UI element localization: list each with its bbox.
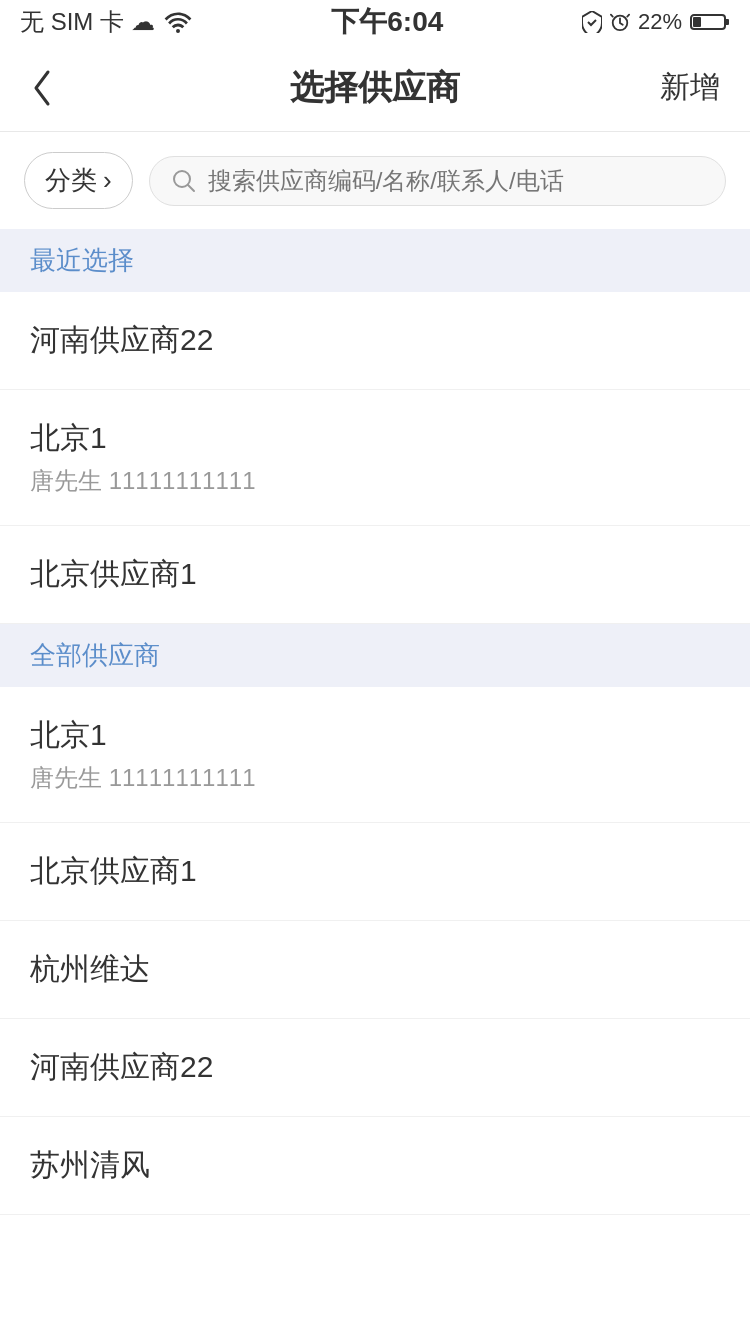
chevron-icon: › — [103, 165, 112, 196]
item-name: 北京1 — [30, 418, 720, 459]
sim-text: 无 SIM 卡 ☁ — [20, 6, 155, 38]
all-section-header: 全部供应商 — [0, 624, 750, 687]
item-name: 河南供应商22 — [30, 1047, 720, 1088]
item-name: 北京供应商1 — [30, 851, 720, 892]
recent-section-header: 最近选择 — [0, 229, 750, 292]
page-title: 选择供应商 — [290, 65, 460, 111]
item-name: 北京1 — [30, 715, 720, 756]
list-item[interactable]: 苏州清风 — [0, 1117, 750, 1215]
list-item[interactable]: 河南供应商22 — [0, 292, 750, 390]
status-left: 无 SIM 卡 ☁ — [20, 6, 193, 38]
battery-text: 22% — [638, 9, 682, 35]
category-label: 分类 — [45, 163, 97, 198]
back-button[interactable] — [30, 68, 90, 108]
svg-rect-3 — [693, 17, 701, 27]
item-sub: 唐先生 11111111111 — [30, 465, 720, 497]
list-item[interactable]: 北京供应商1 — [0, 823, 750, 921]
item-name: 北京供应商1 — [30, 554, 720, 595]
svg-rect-2 — [725, 19, 729, 25]
list-item[interactable]: 北京1 唐先生 11111111111 — [0, 390, 750, 526]
all-list: 北京1 唐先生 11111111111 北京供应商1 杭州维达河南供应商22 苏州清风 — [0, 687, 750, 1215]
recent-list: 河南供应商22 北京1 唐先生 11111111111 北京供应商1 — [0, 292, 750, 624]
item-sub: 唐先生 11111111111 — [30, 762, 720, 794]
item-name: 苏州清风 — [30, 1145, 720, 1186]
item-name: 河南供应商22 — [30, 320, 720, 361]
search-box — [149, 156, 726, 206]
add-button[interactable]: 新增 — [660, 67, 720, 108]
nav-bar: 选择供应商 新增 — [0, 44, 750, 132]
location-icon — [582, 11, 602, 33]
status-time: 下午6:04 — [331, 3, 443, 41]
list-item[interactable]: 北京1 唐先生 11111111111 — [0, 687, 750, 823]
category-button[interactable]: 分类 › — [24, 152, 133, 209]
wifi-icon — [163, 11, 193, 33]
item-name: 杭州维达 — [30, 949, 720, 990]
search-input[interactable] — [208, 167, 705, 195]
search-icon — [170, 167, 198, 195]
alarm-icon — [610, 11, 630, 33]
filter-row: 分类 › — [0, 132, 750, 229]
status-right: 22% — [582, 9, 730, 35]
battery-icon — [690, 11, 730, 33]
list-item[interactable]: 杭州维达 — [0, 921, 750, 1019]
status-bar: 无 SIM 卡 ☁ 下午6:04 22% — [0, 0, 750, 44]
list-item[interactable]: 河南供应商22 — [0, 1019, 750, 1117]
list-item[interactable]: 北京供应商1 — [0, 526, 750, 624]
